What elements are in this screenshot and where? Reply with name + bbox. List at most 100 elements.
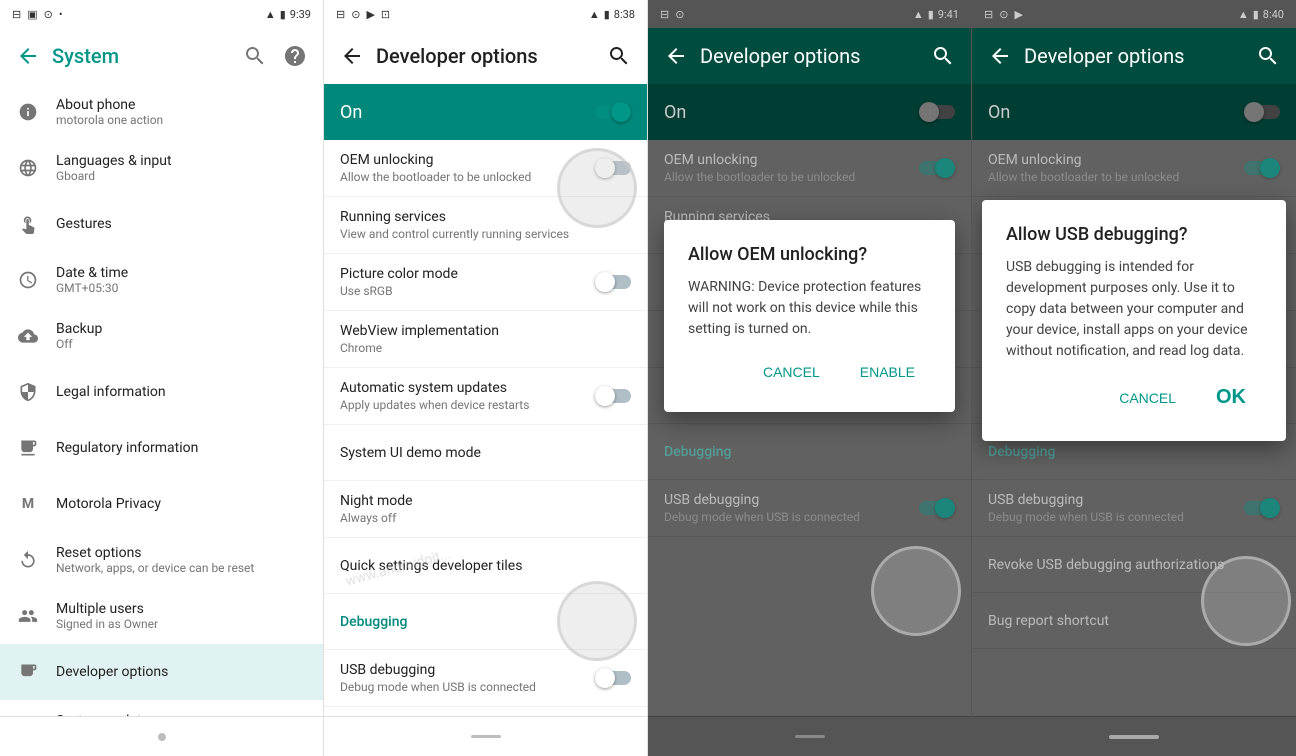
nav-text-datetime: Date & time GMT+05:30: [56, 265, 128, 295]
nav-sublabel-about: motorola one action: [56, 113, 163, 127]
oem-toggle-thumb: [595, 158, 615, 178]
panel-system: ⊟ ▣ ⊙ • ▲ ▮ 9:39 System: [0, 0, 324, 756]
bottom-nav-3: [648, 716, 971, 756]
pic-color-label: Picture color mode: [340, 266, 595, 282]
usb-dialog-body: USB debugging is intended for developmen…: [1006, 257, 1262, 362]
back-btn-4[interactable]: [988, 44, 1012, 68]
nav-label-developer: Developer options: [56, 664, 168, 680]
search-button[interactable]: [243, 44, 267, 68]
nav-label-gestures: Gestures: [56, 216, 112, 232]
regulatory-icon: [16, 436, 40, 460]
nav-text-regulatory: Regulatory information: [56, 440, 198, 456]
usb-debug-item[interactable]: USB debugging Debug mode when USB is con…: [324, 650, 647, 707]
motorola-icon: M: [16, 492, 40, 516]
nav-text-motorola: Motorola Privacy: [56, 496, 161, 512]
back-btn-dev[interactable]: [340, 44, 364, 68]
system-ui-item[interactable]: System UI demo mode: [324, 425, 647, 481]
pic-toggle-thumb: [595, 272, 615, 292]
sb3-icon1: ⊟: [660, 8, 669, 21]
auto-sublabel: Apply updates when device restarts: [340, 398, 595, 412]
nav-label-reset: Reset options: [56, 545, 254, 561]
datetime-icon: [16, 268, 40, 292]
nav-item-gestures[interactable]: Gestures: [0, 196, 323, 252]
nav-list: About phone motorola one action Language…: [0, 84, 323, 716]
bottom-nav-1: [0, 716, 323, 756]
nav-label-about: About phone: [56, 97, 163, 113]
back-btn-3[interactable]: [664, 44, 688, 68]
nav-item-reset[interactable]: Reset options Network, apps, or device c…: [0, 532, 323, 588]
app-bar-actions: [243, 44, 307, 68]
usb-item-4: USB debugging Debug mode when USB is con…: [972, 480, 1296, 537]
search-btn-4[interactable]: [1256, 44, 1280, 68]
usb-cancel-btn[interactable]: Cancel: [1103, 378, 1192, 417]
revoke-item[interactable]: Revoke USB debugging authorizations: [324, 707, 647, 716]
oem-toggle[interactable]: [595, 158, 631, 178]
oem-unlocking-item[interactable]: OEM unlocking Allow the bootloader to be…: [324, 140, 647, 197]
quick-settings-item[interactable]: Quick settings developer tiles: [324, 538, 647, 594]
backup-icon: [16, 324, 40, 348]
nav-text-backup: Backup Off: [56, 321, 102, 351]
home-indicator-3: [795, 735, 825, 738]
status-bar-right: ▲ ▮ 9:39: [265, 8, 311, 21]
nav-item-languages[interactable]: Languages & input Gboard: [0, 140, 323, 196]
nav-item-updates[interactable]: System updates Updated to Android 9: [0, 700, 323, 716]
usb-ok-btn[interactable]: OK: [1200, 378, 1262, 417]
wifi-3: ▲: [913, 8, 924, 21]
toggle-on-row-3[interactable]: On: [648, 84, 971, 140]
dev-title-4: Developer options: [1024, 44, 1256, 68]
pic-color-sublabel: Use sRGB: [340, 284, 595, 298]
webview-item[interactable]: WebView implementation Chrome: [324, 311, 647, 368]
toggle-label-4: On: [988, 102, 1244, 123]
system-app-bar: System: [0, 28, 323, 84]
nav-text-users: Multiple users Signed in as Owner: [56, 601, 158, 631]
notif-icon-21: ⊟: [336, 8, 345, 21]
nav-item-regulatory[interactable]: Regulatory information: [0, 420, 323, 476]
master-toggle-4[interactable]: [1244, 102, 1280, 122]
night-mode-item[interactable]: Night mode Always off: [324, 481, 647, 538]
master-toggle-3[interactable]: [919, 102, 955, 122]
battery-3: ▮: [928, 8, 934, 21]
running-services-item[interactable]: Running services View and control curren…: [324, 197, 647, 254]
oem-dialog-actions: Cancel Enable: [688, 356, 931, 388]
picture-color-item[interactable]: Picture color mode Use sRGB: [324, 254, 647, 311]
status-bar-2: ⊟ ⊙ ▶ ⊡ ▲ ▮ 8:38: [324, 0, 647, 28]
oem-enable-btn[interactable]: Enable: [844, 356, 931, 388]
nav-item-about[interactable]: About phone motorola one action: [0, 84, 323, 140]
oem-dialog: Allow OEM unlocking? WARNING: Device pro…: [664, 220, 955, 412]
notification-icon-3: ⊙: [44, 8, 53, 21]
oem-cancel-btn[interactable]: Cancel: [747, 356, 836, 388]
bug-item-4: Bug report shortcut: [972, 593, 1296, 649]
status-icons-2: ⊟ ⊙ ▶ ⊡: [336, 8, 390, 21]
notif-icon-24: ⊡: [381, 8, 390, 21]
auto-updates-item[interactable]: Automatic system updates Apply updates w…: [324, 368, 647, 425]
about-icon: [16, 100, 40, 124]
toggle-on-row[interactable]: On: [324, 84, 647, 140]
search-btn-3[interactable]: [931, 44, 955, 68]
master-toggle[interactable]: [595, 102, 631, 122]
dev-title-3: Developer options: [700, 44, 931, 68]
nav-item-motorola[interactable]: M Motorola Privacy: [0, 476, 323, 532]
nav-item-backup[interactable]: Backup Off: [0, 308, 323, 364]
bottom-nav-2: [324, 716, 647, 756]
night-label: Night mode: [340, 493, 631, 509]
nav-item-users[interactable]: Multiple users Signed in as Owner: [0, 588, 323, 644]
oem-item-4: OEM unlocking Allow the bootloader to be…: [972, 140, 1296, 197]
nav-item-legal[interactable]: Legal information: [0, 364, 323, 420]
nav-item-datetime[interactable]: Date & time GMT+05:30: [0, 252, 323, 308]
nav-sublabel-reset: Network, apps, or device can be reset: [56, 561, 254, 575]
time-display: 9:39: [290, 8, 311, 21]
help-button[interactable]: [283, 44, 307, 68]
usb-toggle[interactable]: [595, 668, 631, 688]
toggle-on-row-4[interactable]: On: [972, 84, 1296, 140]
oem-sub-3: Allow the bootloader to be unlocked: [664, 170, 919, 184]
status-bar-4: ⊟ ⊙ ▶ ▲ ▮ 8:40: [972, 0, 1296, 28]
pic-toggle[interactable]: [595, 272, 631, 292]
nav-item-developer[interactable]: Developer options: [0, 644, 323, 700]
home-indicator-2: [471, 735, 501, 738]
dev-app-bar-3: Developer options: [648, 28, 971, 84]
search-btn-dev[interactable]: [607, 44, 631, 68]
auto-toggle[interactable]: [595, 386, 631, 406]
back-button[interactable]: [16, 44, 40, 68]
panel-oem-dialog: ⊟ ⊙ ▲ ▮ 9:41 Developer options On OEM un…: [648, 0, 972, 756]
toggle-thumb-3: [919, 102, 939, 122]
